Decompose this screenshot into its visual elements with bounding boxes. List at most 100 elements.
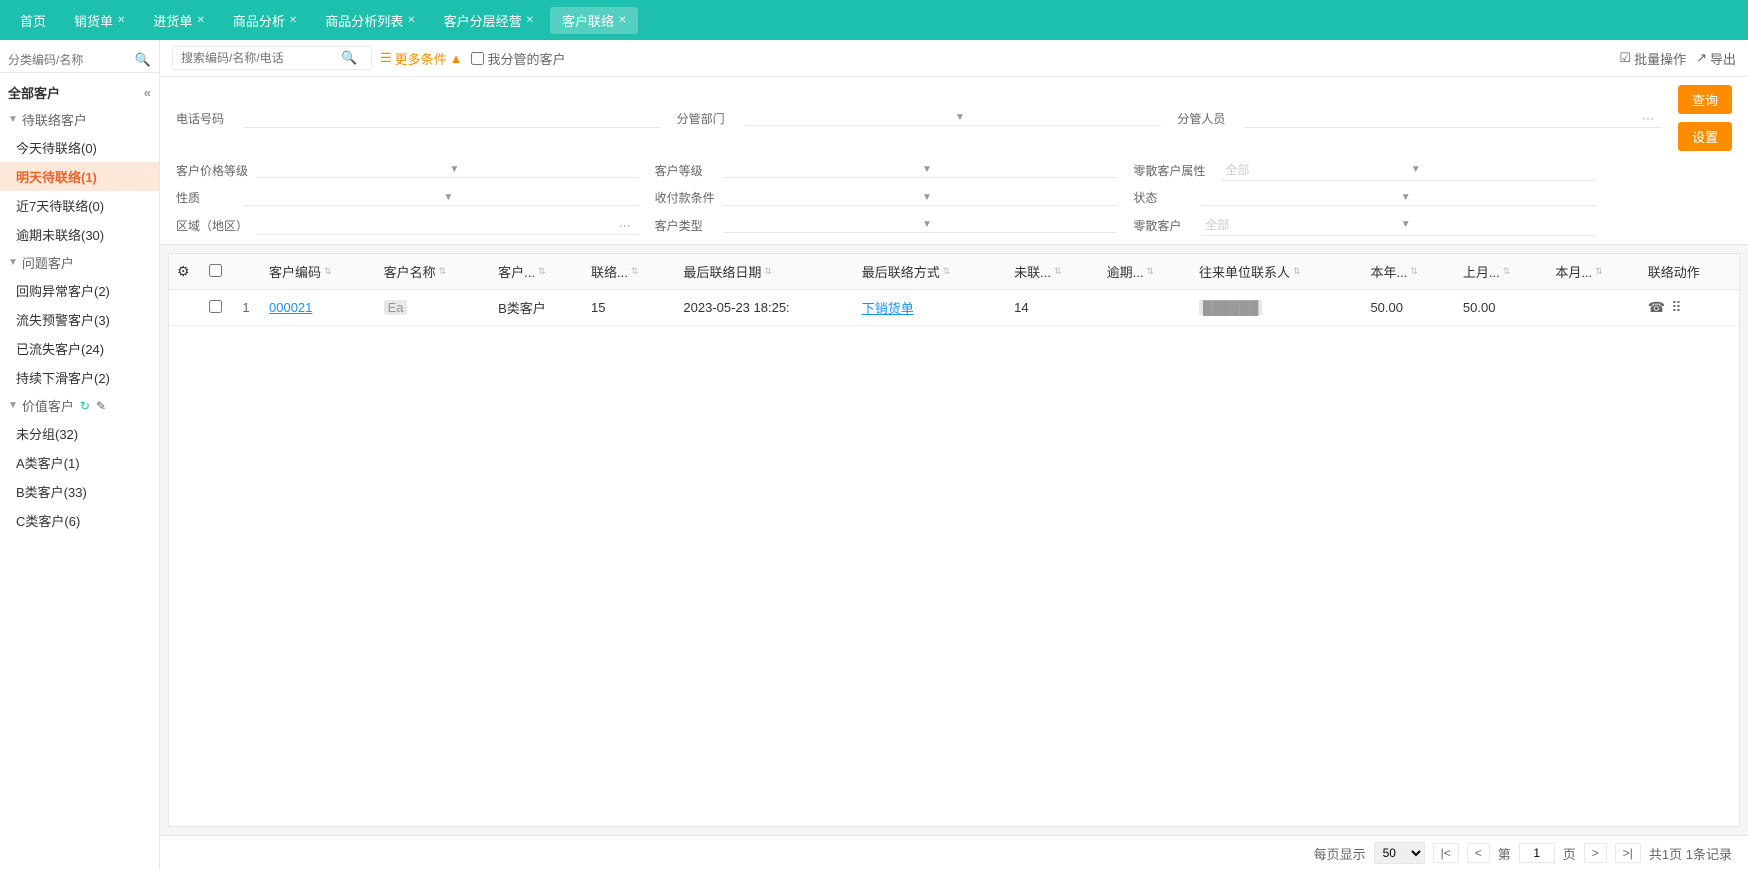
bulk-action-btn[interactable]: ☑ 批量操作 (1619, 49, 1686, 68)
filter-price-level-select[interactable]: ▼ (256, 162, 639, 178)
nav-analysis-list-close[interactable]: ✕ (407, 15, 415, 26)
filter-nature-select[interactable]: ▼ (244, 190, 639, 206)
first-page-btn[interactable]: |< (1433, 843, 1459, 863)
filter-dept-select[interactable]: ▼ (745, 110, 1162, 126)
sidebar-search-icon: 🔍 (135, 52, 151, 68)
my-customer-checkbox-wrap[interactable]: 我分管的客户 (471, 49, 566, 68)
sidebar-item-decline[interactable]: 持续下滑客户(2) (0, 363, 159, 392)
col-last-method-sort[interactable]: ⇅ (943, 266, 951, 277)
filter-payment-select[interactable]: ▼ (723, 190, 1118, 206)
sidebar-item-class-a[interactable]: A类客户(1) (0, 448, 159, 477)
filter-more-btn[interactable]: ☰ 更多条件 ▲ (380, 49, 463, 68)
nav-customer-contact[interactable]: 客户联络 ✕ (550, 7, 638, 34)
sidebar-item-lost[interactable]: 已流失客户(24) (0, 334, 159, 363)
filter-phone-label: 电话号码 (176, 110, 236, 127)
action-phone-icon[interactable]: ☎ (1648, 299, 1665, 316)
main-layout: 🔍 全部客户 « ▼ 待联络客户 今天待联络(0) 明天待联络(1) 近7天待联… (0, 40, 1748, 870)
page-input[interactable] (1519, 843, 1555, 863)
sidebar-all-customers[interactable]: 全部客户 « (0, 79, 159, 106)
nav-sales-close[interactable]: ✕ (117, 15, 125, 26)
select-all-checkbox[interactable] (209, 264, 222, 277)
nav-purchase[interactable]: 进货单 ✕ (141, 7, 216, 34)
toolbar-right: ☑ 批量操作 ↗ 导出 (1619, 49, 1736, 68)
col-code-sort[interactable]: ⇅ (324, 266, 332, 277)
row-overdue (1099, 290, 1191, 326)
row-settings (169, 290, 201, 326)
set-btn[interactable]: 设置 (1678, 122, 1732, 151)
sidebar-item-7days[interactable]: 近7天待联络(0) (0, 191, 159, 220)
filter-phone-input[interactable] (244, 109, 661, 128)
col-unit-contact-sort[interactable]: ⇅ (1293, 266, 1301, 277)
filter-customer-level-select[interactable]: ▼ (723, 162, 1118, 178)
col-name-sort[interactable]: ⇅ (439, 266, 447, 277)
filter-customer-level: 客户等级 ▼ (655, 162, 1118, 179)
toolbar: 🔍 ☰ 更多条件 ▲ 我分管的客户 ☑ 批量操作 ↗ 导出 (160, 40, 1748, 77)
col-settings[interactable]: ⚙ (169, 254, 201, 290)
next-page-btn[interactable]: > (1584, 843, 1607, 863)
row-code-link[interactable]: 000021 (269, 300, 312, 315)
row-select-checkbox[interactable] (209, 300, 222, 313)
footer: 每页显示 20 50 100 |< < 第 页 > >| 共1页 1条记录 (160, 835, 1748, 870)
nav-sales[interactable]: 销货单 ✕ (62, 7, 137, 34)
row-last-date: 2023-05-23 18:25: (675, 290, 853, 326)
col-last-date-sort[interactable]: ⇅ (764, 266, 772, 277)
page-size-select[interactable]: 20 50 100 (1374, 842, 1425, 864)
nav-customer-segment[interactable]: 客户分层经营 ✕ (432, 7, 546, 34)
table-row: 1 000021 Ea B类客户 15 (169, 290, 1739, 326)
nav-analysis-list[interactable]: 商品分析列表 ✕ (313, 7, 427, 34)
filter-manager-dots[interactable]: ··· (1638, 111, 1658, 125)
filter-scatter-customer-select[interactable]: 全部 ▼ (1201, 214, 1596, 236)
nav-analysis[interactable]: 商品分析 ✕ (221, 7, 309, 34)
export-btn[interactable]: ↗ 导出 (1696, 49, 1736, 68)
sidebar-item-repurchase[interactable]: 回购异常客户(2) (0, 276, 159, 305)
col-last-month: 上月... ⇅ (1455, 254, 1547, 290)
sidebar-item-class-b[interactable]: B类客户(33) (0, 477, 159, 506)
filter-scatter-customer-arrow: ▼ (1401, 219, 1592, 230)
row-num: 1 (231, 290, 261, 326)
col-unit-contact: 往来单位联系人 ⇅ (1191, 254, 1362, 290)
action-more-icon[interactable]: ⠿ (1671, 299, 1681, 316)
row-last-method-link[interactable]: 下销货单 (862, 301, 914, 316)
filter-scatter-attr-arrow: ▼ (1411, 164, 1592, 175)
nav-customer-segment-close[interactable]: ✕ (526, 15, 534, 26)
query-btn[interactable]: 查询 (1678, 85, 1732, 114)
sidebar-item-tomorrow[interactable]: 明天待联络(1) (0, 162, 159, 191)
col-type-sort[interactable]: ⇅ (538, 266, 546, 277)
sidebar-item-overdue[interactable]: 逾期未联络(30) (0, 220, 159, 249)
nav-purchase-close[interactable]: ✕ (196, 15, 204, 26)
filter-scatter-attr-select[interactable]: 全部 ▼ (1221, 159, 1596, 181)
sidebar-collapse-icon[interactable]: « (144, 85, 151, 100)
filter-scatter-attr: 零散客户属性 全部 ▼ (1133, 159, 1596, 181)
filter-status-select[interactable]: ▼ (1201, 190, 1596, 206)
last-page-btn[interactable]: >| (1615, 843, 1641, 863)
col-last-month-sort[interactable]: ⇅ (1503, 266, 1511, 277)
value-refresh-icon[interactable]: ↻ (80, 399, 90, 413)
nav-analysis-close[interactable]: ✕ (289, 15, 297, 26)
filter-price-level-label: 客户价格等级 (176, 162, 248, 179)
filter-region-input[interactable]: ··· (256, 216, 639, 235)
filter-customer-type-select[interactable]: ▼ (723, 217, 1118, 233)
prev-page-btn[interactable]: < (1467, 843, 1490, 863)
filter-customer-type: 客户类型 ▼ (655, 217, 1118, 234)
col-contact-sort[interactable]: ⇅ (631, 266, 639, 277)
sidebar-item-lost-risk[interactable]: 流失预警客户(3) (0, 305, 159, 334)
nav-customer-contact-close[interactable]: ✕ (618, 15, 626, 26)
sidebar-item-ungrouped[interactable]: 未分组(32) (0, 419, 159, 448)
filter-row-4: 区域（地区） ··· 客户类型 ▼ 零散客户 全部 ▼ (176, 214, 1732, 236)
sidebar-item-today[interactable]: 今天待联络(0) (0, 133, 159, 162)
filter-region-dots[interactable]: ··· (615, 218, 635, 232)
sidebar-item-class-c[interactable]: C类客户(6) (0, 506, 159, 535)
sidebar-search-input[interactable] (8, 53, 135, 67)
nav-home[interactable]: 首页 (8, 7, 58, 34)
col-overdue-sort[interactable]: ⇅ (1146, 266, 1154, 277)
col-this-year-sort[interactable]: ⇅ (1410, 266, 1418, 277)
col-this-month-sort[interactable]: ⇅ (1595, 266, 1603, 277)
row-this-year: 50.00 (1362, 290, 1454, 326)
col-uncontacted-sort[interactable]: ⇅ (1054, 266, 1062, 277)
my-customer-checkbox[interactable] (471, 52, 484, 65)
col-this-month: 本月... ⇅ (1547, 254, 1639, 290)
search-input[interactable] (181, 51, 341, 65)
value-edit-icon[interactable]: ✎ (96, 399, 106, 413)
col-this-year: 本年... ⇅ (1362, 254, 1454, 290)
filter-manager-input[interactable]: ··· (1245, 109, 1662, 128)
